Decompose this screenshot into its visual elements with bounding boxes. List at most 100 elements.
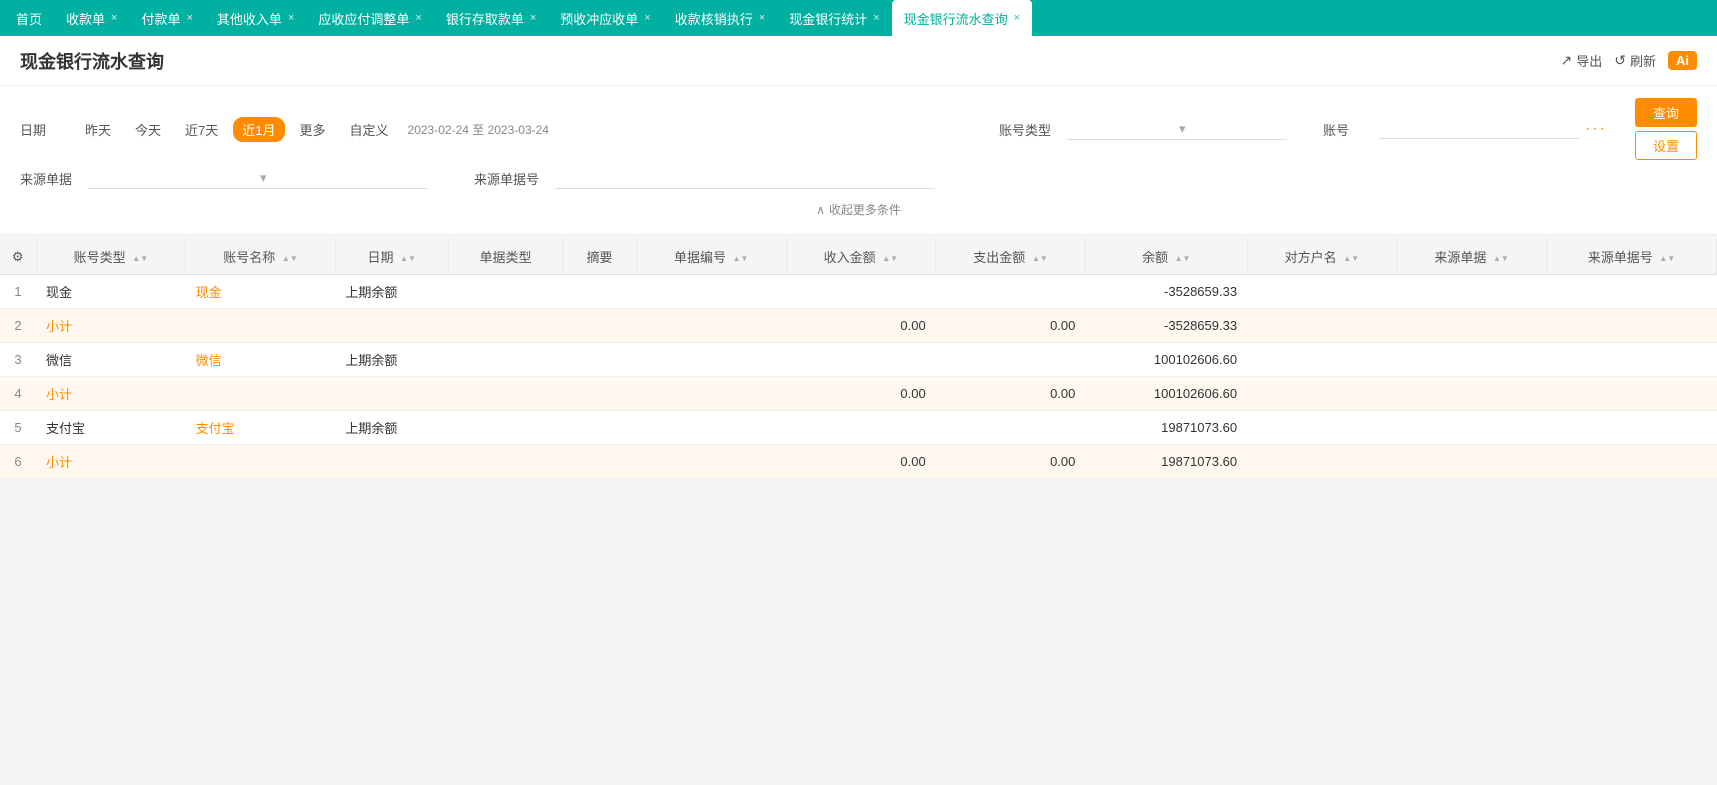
row-num: 1	[0, 275, 36, 309]
nav-home[interactable]: 首页	[4, 0, 54, 36]
filter-area: 日期 昨天 今天 近7天 近1月 更多 自定义 2023-02-24 至 202…	[0, 86, 1717, 235]
export-icon: ↗	[1561, 52, 1573, 69]
refresh-button[interactable]: ↺ 刷新	[1614, 51, 1656, 70]
row-doc-no	[636, 445, 786, 479]
row-doc-no	[636, 309, 786, 343]
row-num: 2	[0, 309, 36, 343]
table-row: 1 现金 现金 上期余额 -3528659.33	[0, 275, 1717, 309]
col-counterparty-label: 对方户名	[1285, 250, 1337, 265]
nav-tab-fukuandan[interactable]: 付款单 ×	[129, 0, 204, 36]
account-more-button[interactable]: ···	[1585, 120, 1607, 138]
sort-icon[interactable]: ▲▼	[1493, 255, 1509, 263]
row-account-type: 小计	[36, 309, 186, 343]
close-icon[interactable]: ×	[1014, 12, 1020, 24]
row-doc-no	[636, 377, 786, 411]
col-summary-label: 摘要	[587, 250, 613, 265]
row-summary	[563, 411, 637, 445]
date-btn-more[interactable]: 更多	[291, 117, 335, 142]
close-icon[interactable]: ×	[111, 12, 117, 24]
col-income: 收入金额 ▲▼	[786, 239, 936, 275]
table-header-row: ⚙ 账号类型 ▲▼ 账号名称 ▲▼ 日期 ▲▼ 单据类型 摘	[0, 239, 1717, 275]
chevron-down-icon: ▾	[260, 170, 424, 186]
source-doc-no-input[interactable]	[555, 169, 935, 189]
tab-label: 收款单	[66, 9, 105, 28]
export-button[interactable]: ↗ 导出	[1561, 51, 1603, 70]
sort-icon[interactable]: ▲▼	[733, 255, 749, 263]
row-counterparty	[1247, 411, 1397, 445]
row-expense	[936, 275, 1086, 309]
row-doc-no	[636, 343, 786, 377]
col-account-name-label: 账号名称	[223, 250, 275, 265]
data-table: ⚙ 账号类型 ▲▼ 账号名称 ▲▼ 日期 ▲▼ 单据类型 摘	[0, 239, 1717, 479]
row-balance: 100102606.60	[1085, 343, 1247, 377]
date-btn-custom[interactable]: 自定义	[341, 117, 398, 142]
row-summary	[563, 275, 637, 309]
query-button[interactable]: 查询	[1635, 98, 1697, 127]
data-table-container: ⚙ 账号类型 ▲▼ 账号名称 ▲▼ 日期 ▲▼ 单据类型 摘	[0, 239, 1717, 479]
collapse-button[interactable]: ∧ 收起更多条件	[20, 197, 1697, 222]
close-icon[interactable]: ×	[530, 12, 536, 24]
date-buttons: 昨天 今天 近7天 近1月 更多 自定义 2023-02-24 至 2023-0…	[76, 117, 549, 142]
date-btn-yesterday[interactable]: 昨天	[76, 117, 120, 142]
col-settings: ⚙	[0, 239, 36, 275]
row-income: 0.00	[786, 377, 936, 411]
nav-tab-shoukuanxiaoxing[interactable]: 收款核销执行 ×	[663, 0, 777, 36]
row-source-doc-no	[1546, 377, 1716, 411]
sort-icon[interactable]: ▲▼	[282, 255, 298, 263]
close-icon[interactable]: ×	[288, 12, 294, 24]
date-btn-1month[interactable]: 近1月	[233, 117, 284, 142]
tab-label: 其他收入单	[217, 9, 282, 28]
row-income: 0.00	[786, 309, 936, 343]
date-btn-today[interactable]: 今天	[126, 117, 170, 142]
row-income	[786, 275, 936, 309]
col-doc-type-label: 单据类型	[479, 250, 531, 265]
close-icon[interactable]: ×	[759, 12, 765, 24]
nav-tab-xianjiintongji[interactable]: 现金银行统计 ×	[777, 0, 891, 36]
tab-label: 付款单	[141, 9, 180, 28]
nav-tab-qitashouru[interactable]: 其他收入单 ×	[205, 0, 306, 36]
col-income-label: 收入金额	[824, 250, 876, 265]
ai-button[interactable]: Ai	[1668, 51, 1697, 70]
row-account-name	[186, 377, 336, 411]
close-icon[interactable]: ×	[186, 12, 192, 24]
close-icon[interactable]: ×	[873, 12, 879, 24]
sort-icon[interactable]: ▲▼	[882, 255, 898, 263]
row-date: 上期余额	[335, 411, 448, 445]
close-icon[interactable]: ×	[644, 12, 650, 24]
sort-icon[interactable]: ▲▼	[1175, 255, 1191, 263]
row-doc-type	[448, 445, 562, 479]
nav-tab-shoukuandan[interactable]: 收款单 ×	[54, 0, 129, 36]
filter-row-date: 日期 昨天 今天 近7天 近1月 更多 自定义 2023-02-24 至 202…	[20, 98, 1697, 160]
sort-icon[interactable]: ▲▼	[400, 255, 416, 263]
sort-icon[interactable]: ▲▼	[1343, 255, 1359, 263]
row-account-name	[186, 445, 336, 479]
row-num: 3	[0, 343, 36, 377]
nav-tab-liushui[interactable]: 现金银行流水查询 ×	[892, 0, 1032, 36]
col-source-doc-label: 来源单据	[1434, 250, 1486, 265]
date-btn-7days[interactable]: 近7天	[176, 117, 227, 142]
source-doc-select[interactable]: ▾	[88, 168, 428, 189]
row-account-type: 微信	[36, 343, 186, 377]
row-income	[786, 411, 936, 445]
gear-icon[interactable]: ⚙	[12, 249, 24, 264]
account-label: 账号	[1323, 120, 1363, 139]
nav-tab-yushou[interactable]: 预收冲应收单 ×	[548, 0, 662, 36]
row-source-doc	[1397, 343, 1547, 377]
col-balance-label: 余额	[1142, 250, 1168, 265]
account-type-select[interactable]: ▾	[1067, 119, 1287, 140]
col-account-type: 账号类型 ▲▼	[36, 239, 186, 275]
row-expense: 0.00	[936, 377, 1086, 411]
row-date	[335, 309, 448, 343]
row-doc-type	[448, 309, 562, 343]
setting-button[interactable]: 设置	[1635, 131, 1697, 160]
nav-tab-yinhangcunqu[interactable]: 银行存取款单 ×	[434, 0, 548, 36]
sort-icon[interactable]: ▲▼	[1659, 255, 1675, 263]
tab-label: 应收应付调整单	[318, 9, 409, 28]
nav-tab-yingshoutiaozheng[interactable]: 应收应付调整单 ×	[306, 0, 433, 36]
tab-label: 银行存取款单	[446, 9, 524, 28]
close-icon[interactable]: ×	[415, 12, 421, 24]
sort-icon[interactable]: ▲▼	[1032, 255, 1048, 263]
account-input[interactable]	[1379, 119, 1579, 139]
sort-icon[interactable]: ▲▼	[132, 255, 148, 263]
col-account-type-label: 账号类型	[74, 250, 126, 265]
